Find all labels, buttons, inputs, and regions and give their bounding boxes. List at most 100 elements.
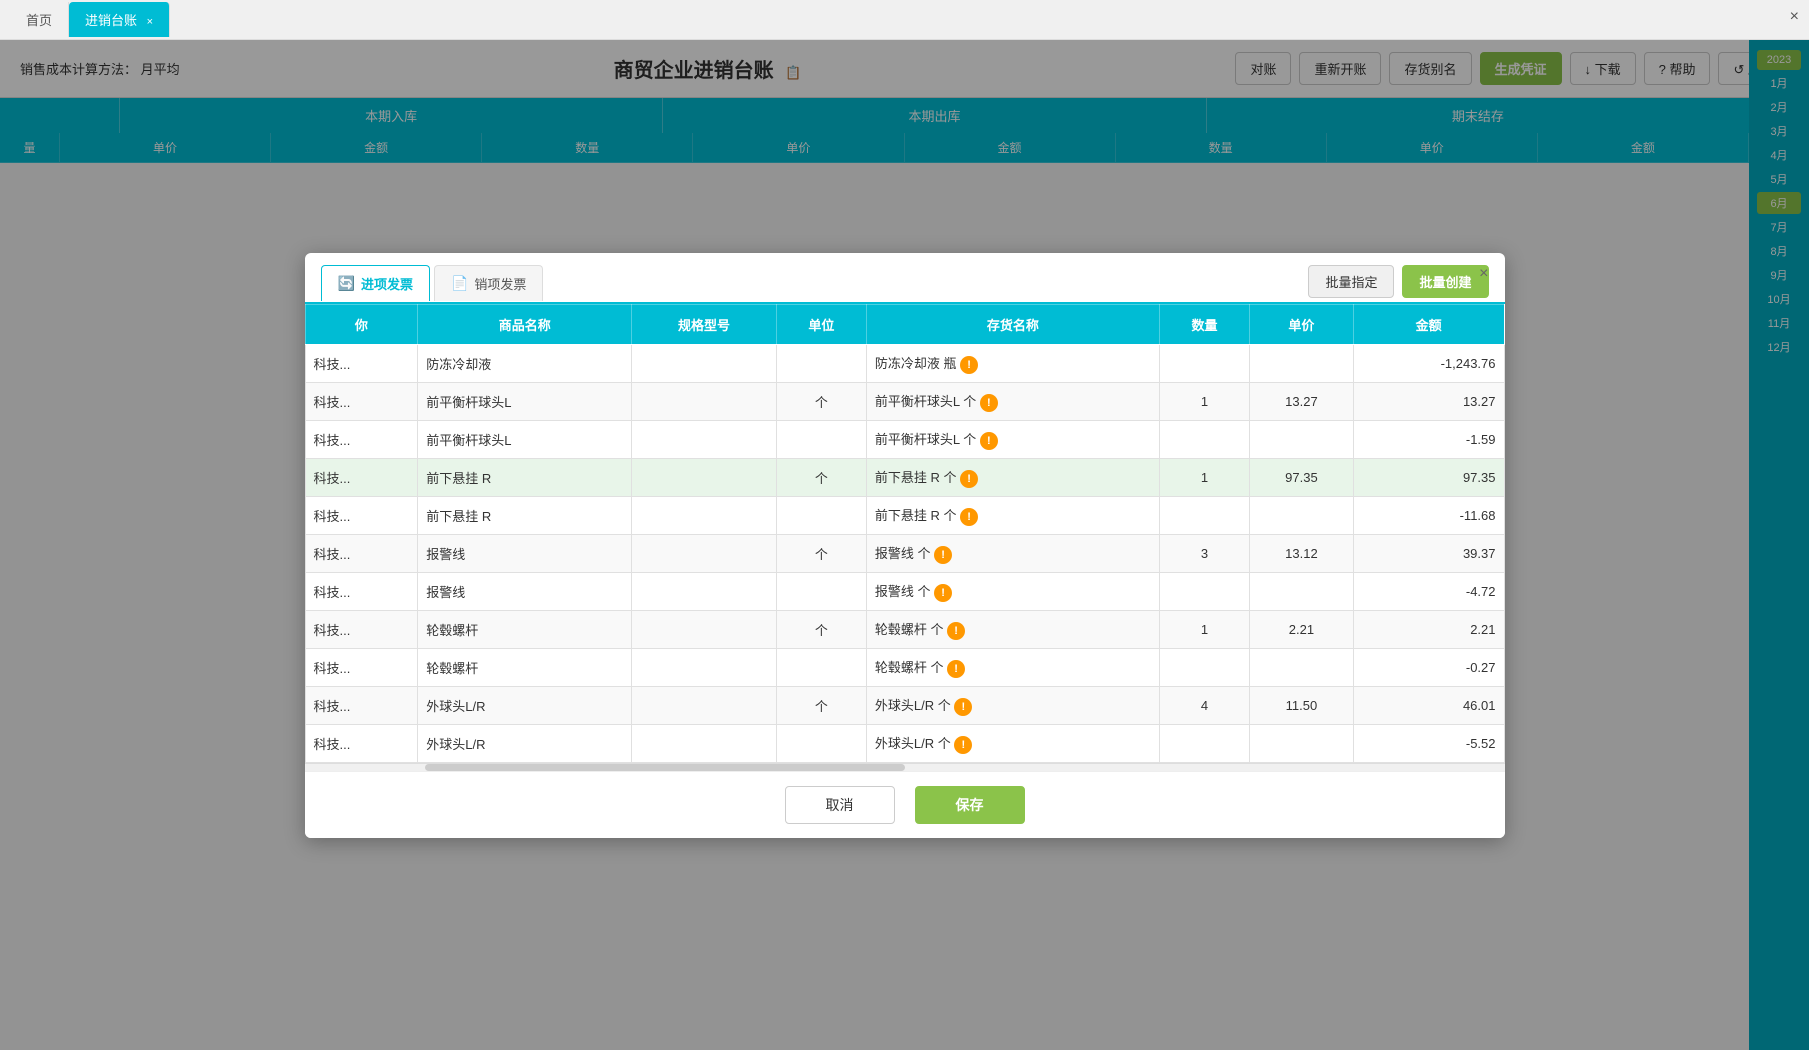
modal-close-button[interactable]: ×: [1479, 265, 1488, 283]
table-cell: 1: [1160, 610, 1250, 648]
table-cell: 轮毂螺杆: [418, 648, 632, 686]
table-cell: 科技...: [305, 458, 418, 496]
table-cell: 科技...: [305, 382, 418, 420]
table-cell: 外球头L/R 个 !: [866, 724, 1159, 762]
table-row[interactable]: 科技...轮毂螺杆个轮毂螺杆 个 !12.212.21: [305, 610, 1504, 648]
table-cell: -11.68: [1353, 496, 1504, 534]
scrollbar-thumb[interactable]: [425, 764, 905, 771]
table-cell: 13.27: [1353, 382, 1504, 420]
inventory-name: 轮毂螺杆 个: [875, 660, 944, 675]
tab-close-icon[interactable]: ×: [147, 16, 153, 28]
table-cell: 轮毂螺杆 个 !: [866, 648, 1159, 686]
table-cell: 个: [776, 382, 866, 420]
table-cell: 报警线 个 !: [866, 534, 1159, 572]
table-cell: -1,243.76: [1353, 344, 1504, 382]
table-cell: [776, 344, 866, 382]
table-cell: [1250, 420, 1354, 458]
th-col7: 单价: [1250, 304, 1354, 344]
tab-bar: 首页 进销台账 × ×: [0, 0, 1809, 40]
warning-icon: !: [934, 584, 952, 602]
table-row[interactable]: 科技...报警线 个报警线 个 !313.1239.37: [305, 534, 1504, 572]
modal-table-header-row: 你 商品名称 规格型号 单位 存货名称 数量 单价 金额: [305, 304, 1504, 344]
tab-home[interactable]: 首页: [10, 2, 69, 37]
table-cell: [1160, 572, 1250, 610]
warning-icon: !: [934, 546, 952, 564]
table-cell: 科技...: [305, 344, 418, 382]
batch-create-button[interactable]: 批量创建: [1402, 265, 1488, 298]
table-cell: 前平衡杆球头L 个 !: [866, 420, 1159, 458]
table-cell: 13.27: [1250, 382, 1354, 420]
incoming-invoice-icon: 🔄: [338, 275, 355, 292]
tab-outgoing-invoice[interactable]: 📄 销项发票: [434, 265, 543, 301]
modal-table: 你 商品名称 规格型号 单位 存货名称 数量 单价 金额 科技...防冻冷却液防…: [305, 304, 1505, 763]
table-cell: 科技...: [305, 686, 418, 724]
table-row[interactable]: 科技...轮毂螺杆轮毂螺杆 个 !-0.27: [305, 648, 1504, 686]
table-cell: 轮毂螺杆: [418, 610, 632, 648]
table-cell: [632, 686, 777, 724]
table-cell: 个: [776, 534, 866, 572]
table-cell: 4: [1160, 686, 1250, 724]
table-cell: 报警线: [418, 534, 632, 572]
table-row[interactable]: 科技...外球头L/R外球头L/R 个 !-5.52: [305, 724, 1504, 762]
modal-overlay: 🔄 进项发票 📄 销项发票 批量指定 批量创建 ×: [0, 40, 1809, 1050]
cancel-button[interactable]: 取消: [785, 786, 895, 824]
table-cell: 13.12: [1250, 534, 1354, 572]
table-row[interactable]: 科技...外球头L/R个外球头L/R 个 !411.5046.01: [305, 686, 1504, 724]
table-cell: [776, 648, 866, 686]
table-row[interactable]: 科技...防冻冷却液防冻冷却液 瓶 !-1,243.76: [305, 344, 1504, 382]
table-cell: 外球头L/R: [418, 686, 632, 724]
window-close-button[interactable]: ×: [1790, 8, 1799, 26]
table-cell: 1: [1160, 382, 1250, 420]
inventory-name: 前下悬挂 R 个: [875, 508, 957, 523]
table-cell: 科技...: [305, 534, 418, 572]
table-cell: [632, 420, 777, 458]
table-cell: 科技...: [305, 572, 418, 610]
batch-assign-button[interactable]: 批量指定: [1308, 265, 1394, 298]
table-cell: 报警线: [418, 572, 632, 610]
table-row[interactable]: 科技...前平衡杆球头L前平衡杆球头L 个 !-1.59: [305, 420, 1504, 458]
table-cell: 个: [776, 458, 866, 496]
inventory-name: 外球头L/R 个: [875, 736, 951, 751]
table-cell: [632, 458, 777, 496]
table-cell: 46.01: [1353, 686, 1504, 724]
table-cell: 报警线 个 !: [866, 572, 1159, 610]
table-cell: 前平衡杆球头L: [418, 420, 632, 458]
warning-icon: !: [954, 698, 972, 716]
table-cell: [632, 610, 777, 648]
table-cell: [776, 420, 866, 458]
table-cell: 3: [1160, 534, 1250, 572]
warning-icon: !: [960, 356, 978, 374]
table-cell: [1250, 648, 1354, 686]
table-cell: 2.21: [1250, 610, 1354, 648]
table-cell: 防冻冷却液 瓶 !: [866, 344, 1159, 382]
modal-tabs: 🔄 进项发票 📄 销项发票 批量指定 批量创建 ×: [305, 253, 1505, 304]
table-cell: [1160, 496, 1250, 534]
warning-icon: !: [947, 660, 965, 678]
modal-table-wrapper[interactable]: 你 商品名称 规格型号 单位 存货名称 数量 单价 金额 科技...防冻冷却液防…: [305, 304, 1505, 763]
table-cell: -4.72: [1353, 572, 1504, 610]
outgoing-invoice-icon: 📄: [451, 275, 468, 292]
warning-icon: !: [960, 508, 978, 526]
save-button[interactable]: 保存: [915, 786, 1025, 824]
table-row[interactable]: 科技...前平衡杆球头L个前平衡杆球头L 个 !113.2713.27: [305, 382, 1504, 420]
table-row[interactable]: 科技...报警线 报警线 个 ! -4.72: [305, 572, 1504, 610]
table-cell: [1250, 344, 1354, 382]
table-cell: 39.37: [1353, 534, 1504, 572]
modal-actions: 批量指定 批量创建: [1308, 265, 1488, 302]
table-row[interactable]: 科技...前下悬挂 R前下悬挂 R 个 !-11.68: [305, 496, 1504, 534]
table-row[interactable]: 科技...前下悬挂 R个前下悬挂 R 个 !197.3597.35: [305, 458, 1504, 496]
table-cell: [1160, 648, 1250, 686]
tab-ledger[interactable]: 进销台账 ×: [69, 2, 170, 37]
table-cell: 1: [1160, 458, 1250, 496]
modal-horizontal-scrollbar[interactable]: [305, 763, 1505, 771]
table-cell: 前平衡杆球头L 个 !: [866, 382, 1159, 420]
table-cell: 前下悬挂 R 个 !: [866, 458, 1159, 496]
tab-incoming-invoice[interactable]: 🔄 进项发票: [321, 265, 430, 301]
modal-dialog: 🔄 进项发票 📄 销项发票 批量指定 批量创建 ×: [305, 253, 1505, 838]
th-col6: 数量: [1160, 304, 1250, 344]
inventory-name: 前下悬挂 R 个: [875, 470, 957, 485]
th-col1: 你: [305, 304, 418, 344]
table-cell: [1160, 420, 1250, 458]
inventory-name: 外球头L/R 个: [875, 698, 951, 713]
inventory-name: 前平衡杆球头L 个: [875, 394, 976, 409]
